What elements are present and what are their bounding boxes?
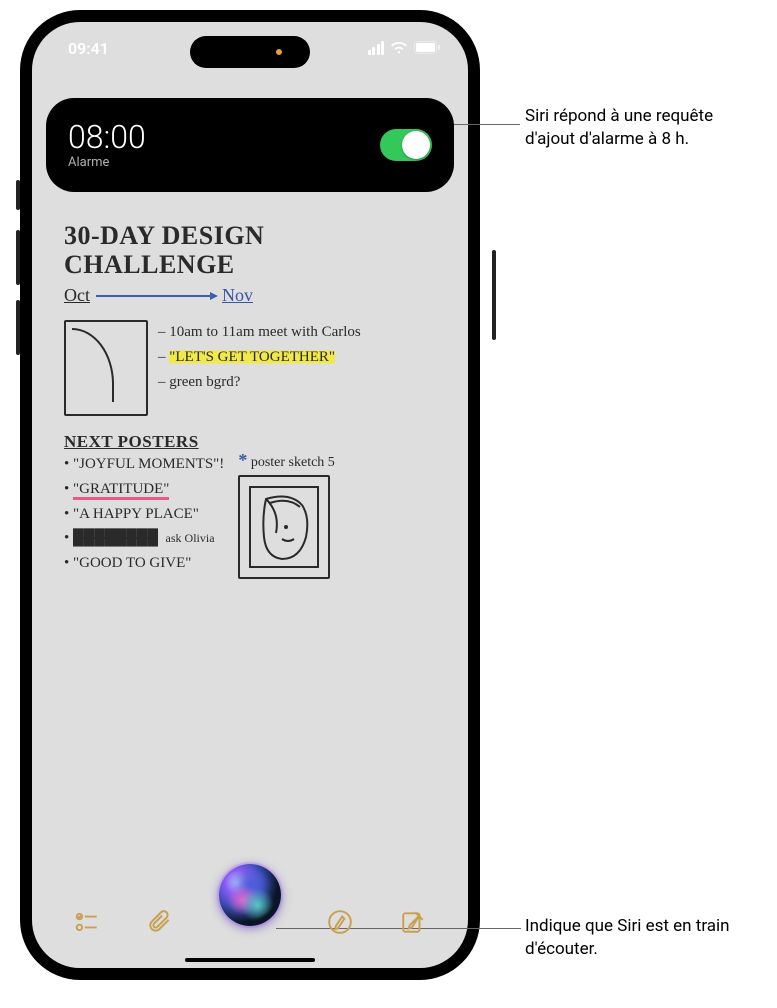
meeting-list: – 10am to 11am meet with Carlos – "LET'S…: [158, 320, 361, 394]
checklist-icon[interactable]: [72, 907, 102, 937]
home-indicator[interactable]: [185, 958, 315, 962]
list-item: – green bgrd?: [158, 370, 361, 395]
month-from: Oct: [64, 285, 90, 306]
cellular-icon: [368, 41, 385, 55]
face-sketch-icon: [238, 475, 330, 579]
poster-sketch: * poster sketch 5: [238, 450, 334, 579]
note-title: 30-DAY DESIGN CHALLENGE: [64, 222, 436, 279]
list-item: – "LET'S GET TOGETHER": [158, 345, 361, 370]
alarm-info: 08:00 Alarme: [68, 121, 146, 170]
callout-alarm: Siri répond à une requête d'ajout d'alar…: [525, 105, 765, 151]
alarm-toggle[interactable]: [380, 129, 432, 161]
alarm-label: Alarme: [68, 155, 146, 170]
attachment-icon[interactable]: [145, 907, 175, 937]
list-item: • "GOOD TO GIVE": [64, 551, 224, 576]
sketch-thumbnail: [64, 320, 148, 416]
battery-icon: [414, 39, 440, 58]
list-item: – 10am to 11am meet with Carlos: [158, 320, 361, 345]
siri-orb-icon[interactable]: [219, 864, 281, 926]
arrow-icon: [96, 295, 216, 297]
iphone-screen: 09:41 08:00 Alarme 30-DAY DESIGN C: [32, 22, 468, 968]
posters-header: NEXT POSTERS: [64, 432, 224, 452]
notes-body[interactable]: 30-DAY DESIGN CHALLENGE Oct Nov – 10am t…: [64, 222, 436, 579]
markup-icon[interactable]: [325, 907, 355, 937]
posters-list: NEXT POSTERS • "JOYFUL MOMENTS"! • "GRAT…: [64, 432, 224, 576]
alarm-time: 08:00: [68, 121, 146, 153]
wifi-icon: [390, 39, 408, 58]
power-button: [492, 250, 496, 340]
month-to: Nov: [222, 285, 253, 306]
status-icons: [368, 39, 441, 58]
list-item: • ████████ ask Olivia: [64, 526, 224, 551]
month-range: Oct Nov: [64, 285, 436, 306]
list-item: • "JOYFUL MOMENTS"!: [64, 452, 224, 477]
siri-alarm-response-card[interactable]: 08:00 Alarme: [46, 98, 454, 192]
asterisk-icon: *: [238, 450, 247, 470]
callout-siri: Indique que Siri est en train d'écouter.: [525, 915, 765, 961]
compose-icon[interactable]: [398, 907, 428, 937]
list-item: • "A HAPPY PLACE": [64, 502, 224, 527]
status-time: 09:41: [68, 39, 109, 58]
iphone-frame: 09:41 08:00 Alarme 30-DAY DESIGN C: [20, 10, 480, 980]
dynamic-island: [190, 36, 310, 68]
list-item: • "GRATITUDE": [64, 477, 224, 502]
